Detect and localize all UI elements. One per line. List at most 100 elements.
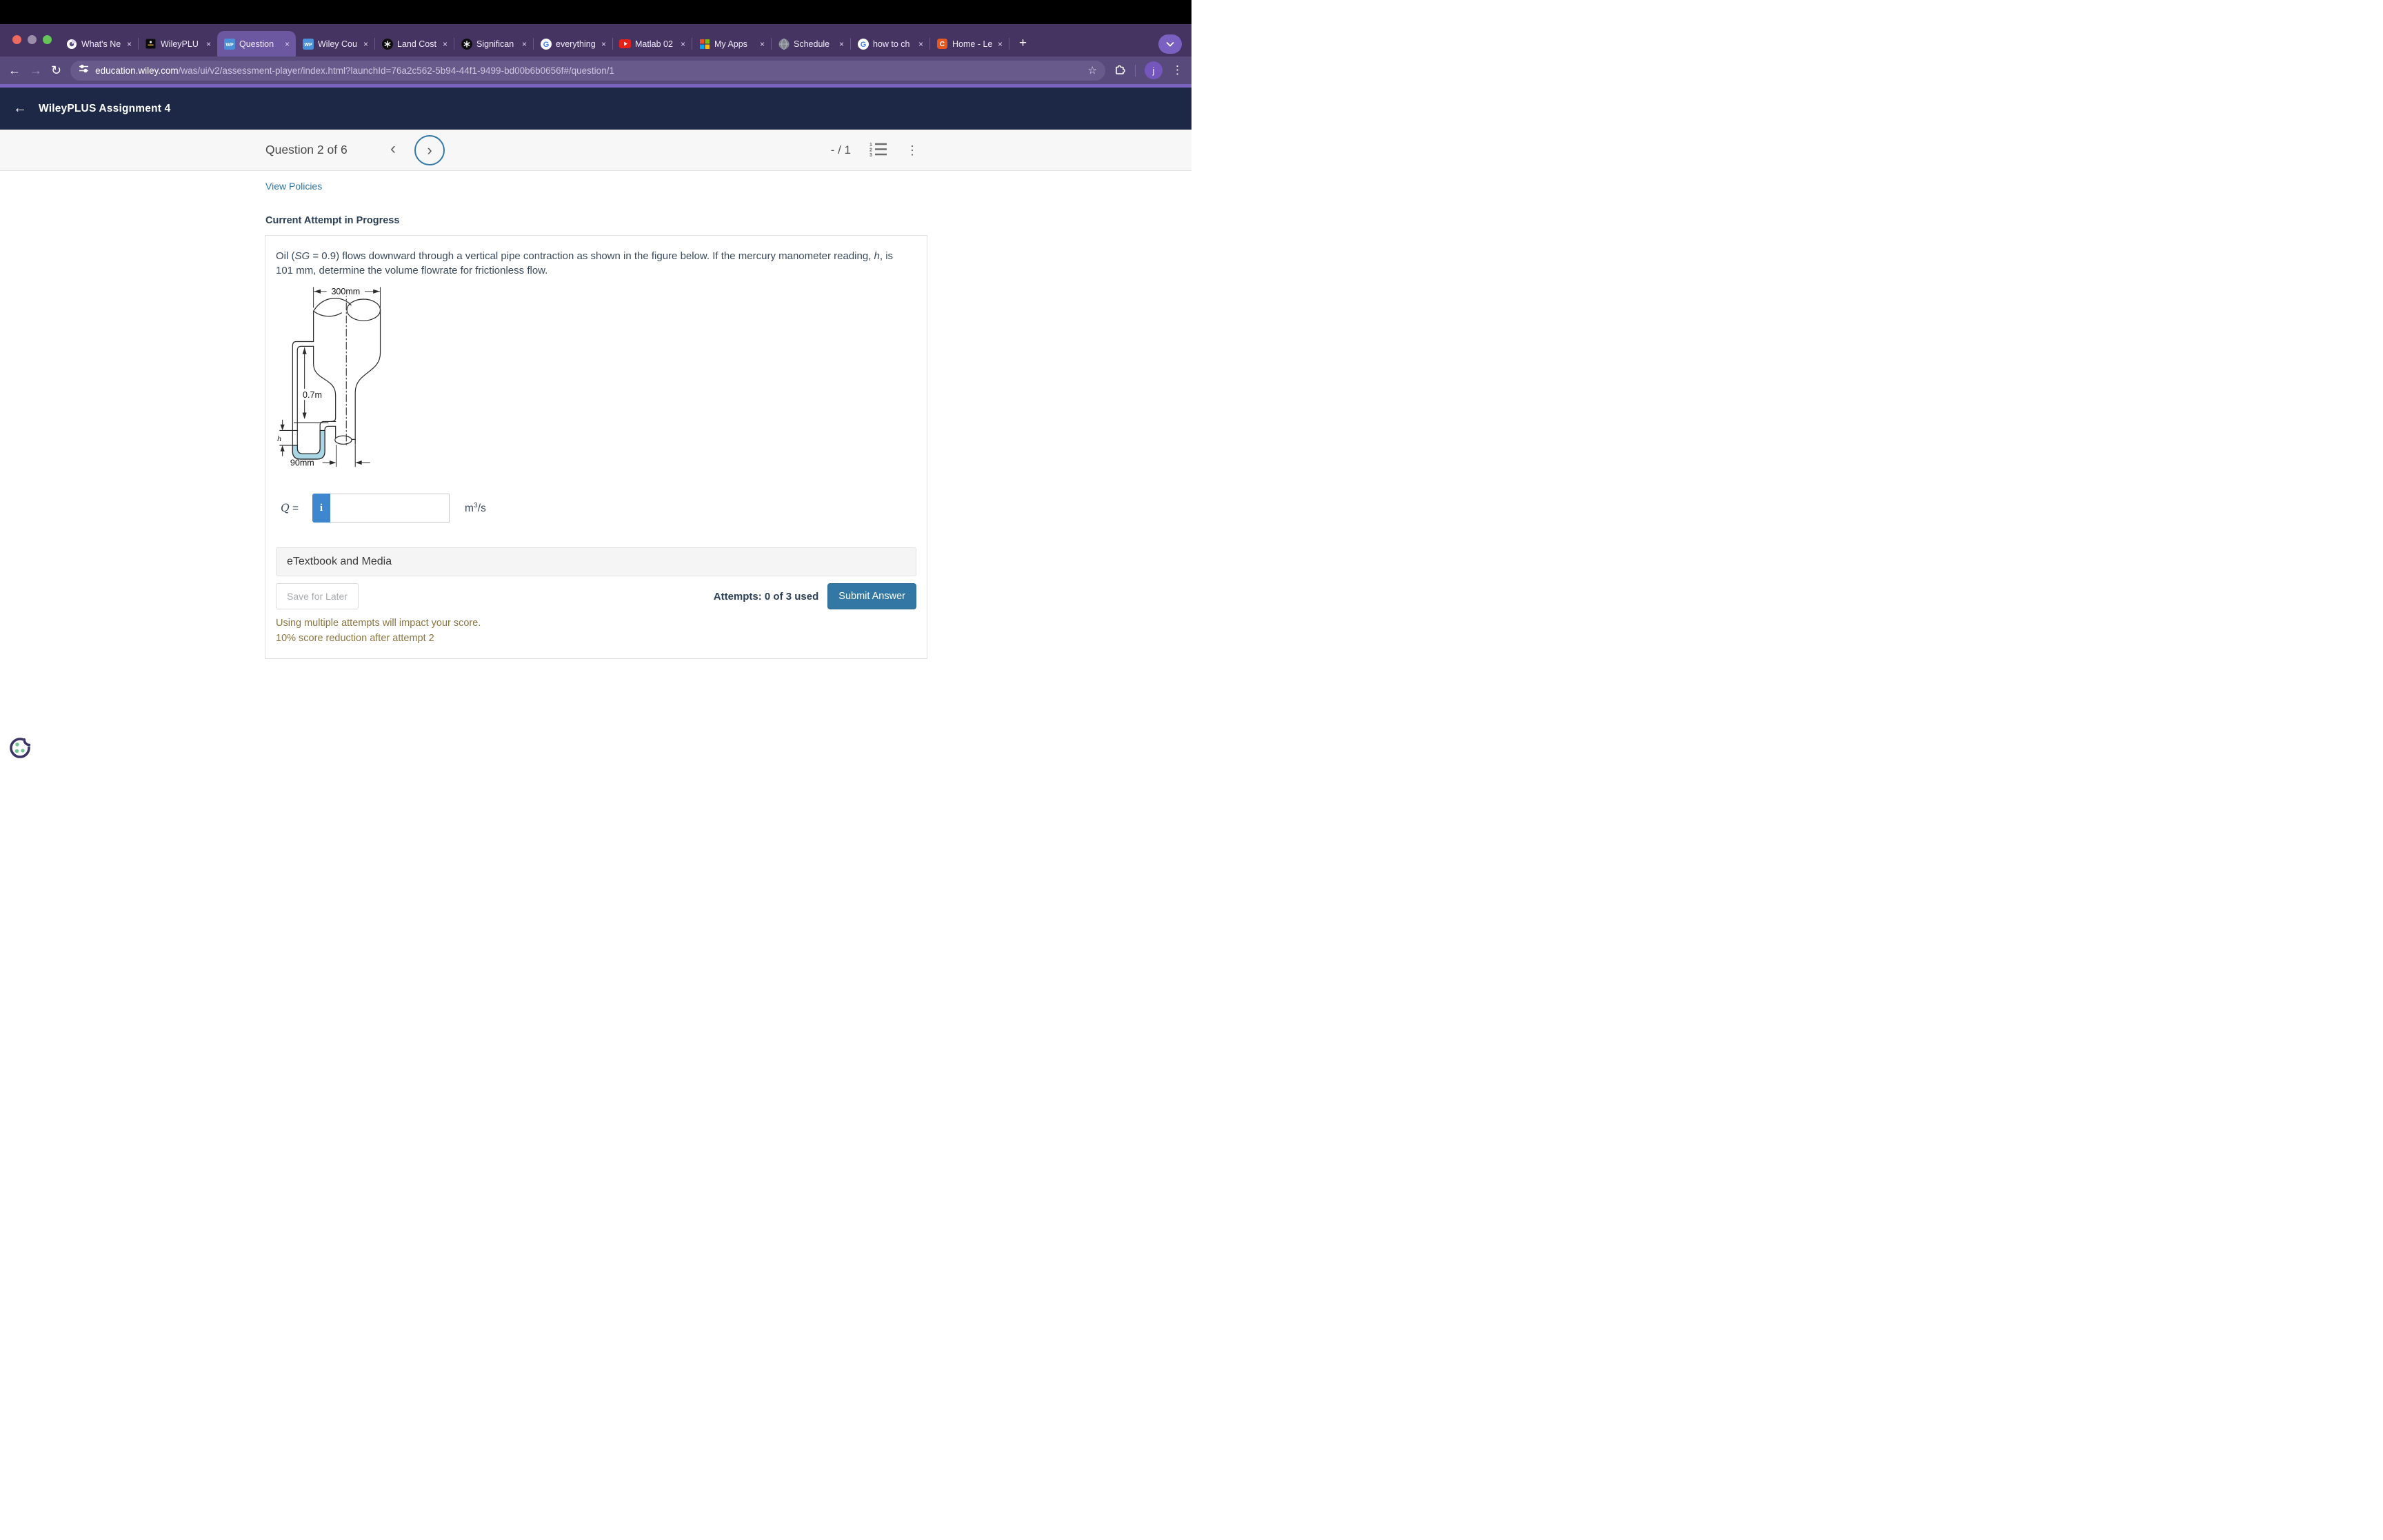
svg-text:3: 3 [869,153,872,156]
tab-close-icon[interactable]: × [441,39,449,49]
browser-window: What's Ne × WileyPLU × WP Question × WP … [0,0,1192,770]
tab-close-icon[interactable]: × [838,39,845,49]
etextbook-media-bar[interactable]: eTextbook and Media [276,547,916,576]
microsoft-icon [698,38,710,50]
figure-top-dimension: 300mm [331,287,360,296]
browser-tab[interactable]: WileyPLU × [139,31,217,57]
attempt-heading: Current Attempt in Progress [265,215,400,226]
browser-tab[interactable]: What's Ne × [59,31,138,57]
actions-row: Save for Later Attempts: 0 of 3 used Sub… [276,583,916,609]
browser-tab[interactable]: G how to ch × [851,31,929,57]
previous-question-icon[interactable]: ‹ [390,139,396,159]
answer-row: Q = i m3/s [281,494,916,523]
question-counter: Question 2 of 6 [265,143,348,156]
chatgpt-icon [381,38,393,50]
browser-tab[interactable]: Significan × [454,31,533,57]
browser-tab-active[interactable]: WP Question × [217,31,296,57]
tab-close-icon[interactable]: × [600,39,607,49]
address-bar[interactable]: education.wiley.com/was/ui/v2/assessment… [70,60,1105,81]
tab-close-icon[interactable]: × [996,39,1004,49]
minimize-window-button[interactable] [28,35,37,44]
toolbar-separator [1135,64,1136,77]
svg-text:G: G [860,41,866,49]
submit-answer-button[interactable]: Submit Answer [827,583,916,609]
tab-close-icon[interactable]: × [125,39,133,49]
tab-close-icon[interactable]: × [758,39,766,49]
tab-label: Question [239,39,274,49]
youtube-icon [619,38,631,50]
tab-bar: What's Ne × WileyPLU × WP Question × WP … [0,24,1192,57]
tab-close-icon[interactable]: × [679,39,687,49]
tab-label: Land Cost [397,39,436,49]
back-icon[interactable]: ← [8,64,21,77]
tab-label: how to ch [873,39,910,49]
browser-tab[interactable]: My Apps × [692,31,771,57]
pipe-contraction-figure: 300mm 0.7m h 90mm [276,286,916,476]
browser-tab[interactable]: C Home - Le × [930,31,1009,57]
tab-close-icon[interactable]: × [362,39,370,49]
attempts-counter: Attempts: 0 of 3 used [713,590,819,602]
cookie-consent-icon[interactable] [8,735,34,764]
canvas-csulb-icon [145,38,157,50]
attempt-warnings: Using multiple attempts will impact your… [276,616,916,646]
url-path: /was/ui/v2/assessment-player/index.html?… [178,65,614,76]
view-policies-link[interactable]: View Policies [265,181,322,192]
answer-unit: m3/s [465,500,486,515]
tab-close-icon[interactable]: × [205,39,212,49]
chrome-whirl-icon [66,38,77,50]
browser-tab[interactable]: Schedule × [772,31,850,57]
wileyplus-wp-icon: WP [302,38,314,50]
tab-close-icon[interactable]: × [521,39,528,49]
tab-strip: What's Ne × WileyPLU × WP Question × WP … [59,24,1027,57]
next-question-button[interactable]: › [414,135,445,165]
figure-manometer-reading: h [277,435,282,443]
chatgpt-icon [461,38,472,50]
url-host: education.wiley.com [95,65,179,76]
url-text: education.wiley.com/was/ui/v2/assessment… [95,65,614,76]
tab-label: Matlab 02 [635,39,673,49]
answer-label: Q = [281,501,299,514]
question-nav-bar: Question 2 of 6 ‹ › - / 1 123 ⋮ [0,130,1192,171]
browser-tab[interactable]: G everything × [534,31,612,57]
bookmark-star-icon[interactable]: ☆ [1088,64,1097,77]
reload-icon[interactable]: ↻ [51,64,61,77]
tab-close-icon[interactable]: × [917,39,925,49]
macos-top-strip [0,0,1192,24]
tab-label: Home - Le [952,39,992,49]
question-text: Oil (SG = 0.9) flows downward through a … [276,250,894,276]
site-settings-icon[interactable] [79,63,89,77]
answer-info-button[interactable]: i [312,494,330,523]
assignment-title: WileyPLUS Assignment 4 [39,102,171,114]
tab-label: WileyPLU [161,39,199,49]
canvas-c-icon: C [936,38,948,50]
new-tab-button[interactable]: + [1019,36,1027,51]
question-list-icon[interactable]: 123 [869,141,887,160]
wileyplus-wp-icon: WP [223,38,235,50]
close-window-button[interactable] [12,35,21,44]
tab-close-icon[interactable]: × [283,39,291,49]
tab-label: Wiley Cou [318,39,357,49]
svg-text:1: 1 [869,143,872,148]
save-for-later-button[interactable]: Save for Later [276,583,359,609]
answer-input[interactable] [330,494,450,523]
warning-line: Using multiple attempts will impact your… [276,618,481,629]
profile-avatar[interactable]: j [1145,61,1163,79]
tab-label: What's Ne [81,39,121,49]
assessment-content: View Policies Current Attempt in Progres… [265,171,927,659]
browser-tab[interactable]: Matlab 02 × [613,31,692,57]
question-menu-kebab-icon[interactable]: ⋮ [906,143,918,158]
back-arrow-icon[interactable]: ← [13,101,27,116]
extensions-puzzle-icon[interactable] [1114,63,1126,78]
figure-bottom-dimension: 90mm [290,458,314,467]
window-controls [12,35,52,44]
svg-text:C: C [940,41,945,48]
google-icon: G [857,38,869,50]
browser-menu-kebab-icon[interactable]: ⋮ [1172,63,1183,77]
zoom-window-button[interactable] [43,35,52,44]
browser-tab[interactable]: WP Wiley Cou × [296,31,374,57]
forward-icon: → [30,63,42,77]
browser-toolbar: ← → ↻ education.wiley.com/was/ui/v2/asse… [0,57,1192,84]
tab-label: everything [556,39,596,49]
tab-search-chevron-button[interactable] [1158,34,1182,54]
browser-tab[interactable]: Land Cost × [375,31,454,57]
